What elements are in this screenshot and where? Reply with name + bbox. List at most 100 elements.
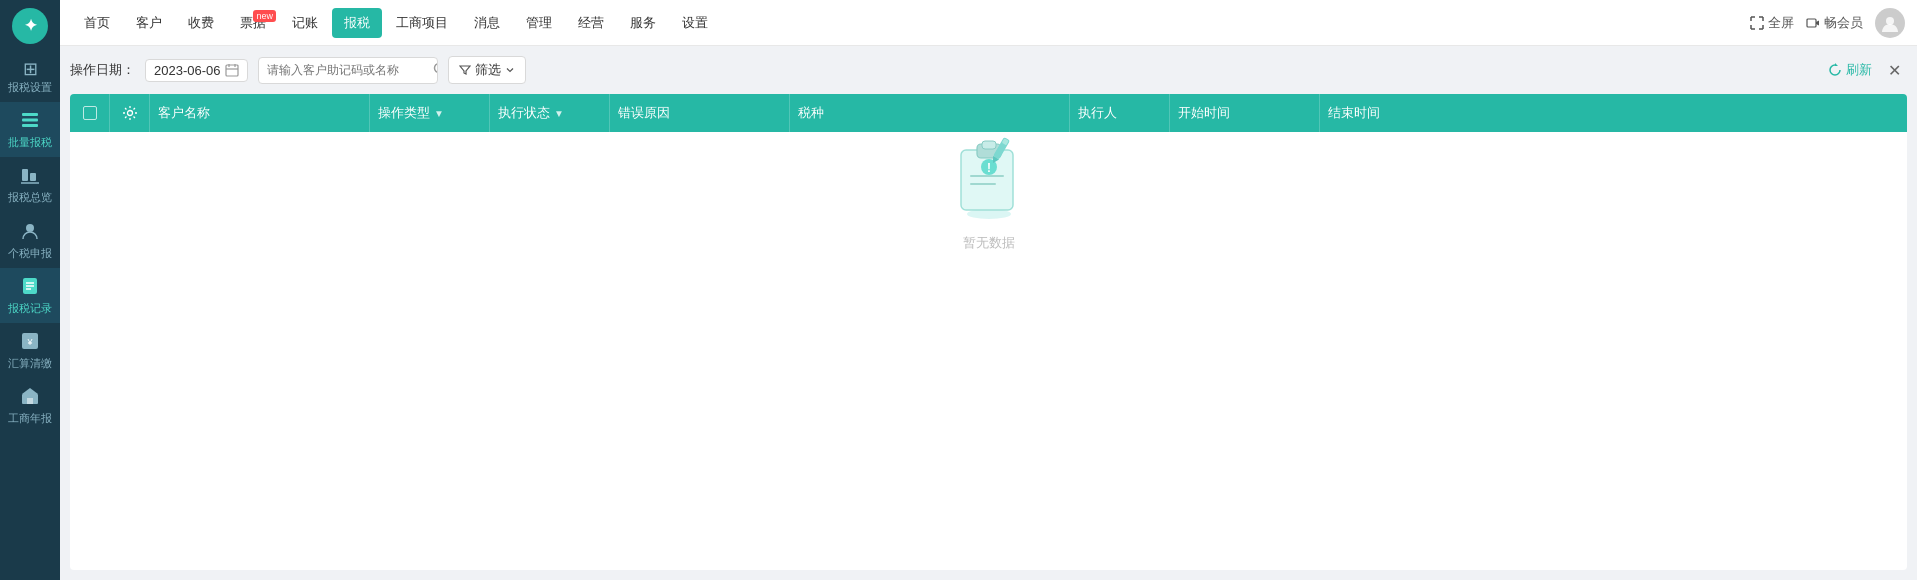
- sidebar-item-huisuanqingzhui[interactable]: ¥ 汇算清缴: [0, 323, 60, 378]
- table-container: 客户名称 操作类型 ▼ 执行状态 ▼ 错误原因 税种 执行人: [70, 94, 1907, 570]
- main-area: 首页 客户 收费 票据 new 记账 报税 工商项目 消息: [60, 0, 1917, 580]
- date-label: 操作日期：: [70, 61, 135, 79]
- svg-rect-6: [30, 173, 36, 181]
- filter-icon: [459, 64, 471, 76]
- refresh-label: 刷新: [1846, 61, 1872, 79]
- sidebar-label-gongshangnianban: 工商年报: [8, 412, 52, 425]
- app-logo[interactable]: ✦: [12, 8, 48, 44]
- refresh-button[interactable]: 刷新: [1828, 61, 1872, 79]
- nav-item-fuwu[interactable]: 服务: [618, 8, 668, 38]
- svg-point-8: [26, 224, 34, 232]
- sidebar-label-baoshuijilu: 报税记录: [8, 302, 52, 315]
- th-filter-operation-icon[interactable]: ▼: [434, 108, 444, 119]
- nav-right: 全屏 畅会员: [1750, 8, 1905, 38]
- member-button[interactable]: 畅会员: [1806, 14, 1863, 32]
- huisuanqingzhui-icon: ¥: [20, 331, 40, 354]
- svg-rect-3: [22, 119, 38, 122]
- geshuishenbao-icon: [20, 221, 40, 244]
- select-all-checkbox[interactable]: [83, 106, 97, 120]
- svg-rect-17: [27, 398, 33, 404]
- baoshuizongjian-icon: [20, 165, 40, 188]
- fullscreen-button[interactable]: 全屏: [1750, 14, 1794, 32]
- th-settings[interactable]: [110, 94, 150, 132]
- sidebar-label-baoshuizongjian: 报税总览: [8, 191, 52, 204]
- th-error-reason: 错误原因: [610, 94, 790, 132]
- svg-marker-28: [1835, 63, 1838, 66]
- svg-rect-31: [961, 150, 1013, 210]
- nav-item-shoufei[interactable]: 收费: [176, 8, 226, 38]
- date-value: 2023-06-06: [154, 63, 221, 78]
- sidebar-item-baoshuishezhi[interactable]: ⊞ 报税设置: [0, 52, 60, 102]
- svg-rect-18: [1807, 19, 1816, 27]
- search-box: [258, 57, 438, 84]
- sidebar-label-piliangshuishui: 批量报税: [8, 136, 52, 149]
- sidebar-item-baoshuijilu[interactable]: 报税记录: [0, 268, 60, 323]
- nav-item-piaoju[interactable]: 票据 new: [228, 8, 278, 38]
- baoshuijilu-icon: [20, 276, 40, 299]
- svg-text:✦: ✦: [24, 17, 38, 34]
- user-avatar[interactable]: [1875, 8, 1905, 38]
- nav-item-gongshangxiangmu[interactable]: 工商项目: [384, 8, 460, 38]
- date-picker[interactable]: 2023-06-06: [145, 59, 248, 82]
- th-end-time: 结束时间: [1320, 94, 1440, 132]
- svg-text:!: !: [987, 161, 991, 175]
- th-filter-status-icon[interactable]: ▼: [554, 108, 564, 119]
- sidebar-item-piliangshuishui[interactable]: 批量报税: [0, 102, 60, 157]
- table-header: 客户名称 操作类型 ▼ 执行状态 ▼ 错误原因 税种 执行人: [70, 94, 1907, 132]
- filter-label: 筛选: [475, 61, 501, 79]
- top-nav: 首页 客户 收费 票据 new 记账 报税 工商项目 消息: [60, 0, 1917, 46]
- calendar-icon: [225, 63, 239, 77]
- svg-text:¥: ¥: [26, 337, 33, 347]
- nav-item-xiaoxi[interactable]: 消息: [462, 8, 512, 38]
- th-tax-type: 税种: [790, 94, 1070, 132]
- filter-button[interactable]: 筛选: [448, 56, 526, 84]
- sidebar: ✦ ⊞ 报税设置 批量报税 报税总览: [0, 0, 60, 580]
- close-button[interactable]: ✕: [1882, 59, 1907, 82]
- baoshuishezhi-icon: ⊞: [23, 60, 38, 78]
- nav-item-kehu[interactable]: 客户: [124, 8, 174, 38]
- nav-item-jingying[interactable]: 经营: [566, 8, 616, 38]
- svg-point-26: [434, 63, 438, 72]
- th-exec-status[interactable]: 执行状态 ▼: [490, 94, 610, 132]
- gongshangnianban-icon: [20, 386, 40, 409]
- empty-state: ! 暂无数据: [70, 132, 1907, 252]
- toolbar: 操作日期： 2023-06-06: [70, 56, 1907, 84]
- sidebar-item-gongshangnianban[interactable]: 工商年报: [0, 378, 60, 433]
- nav-item-shezhi[interactable]: 设置: [670, 8, 720, 38]
- sidebar-item-baoshuizongjian[interactable]: 报税总览: [0, 157, 60, 212]
- svg-marker-16: [22, 388, 38, 394]
- chevron-down-icon: [505, 65, 515, 75]
- content-area: 操作日期： 2023-06-06: [60, 46, 1917, 580]
- th-name: 客户名称: [150, 94, 370, 132]
- th-executor: 执行人: [1070, 94, 1170, 132]
- svg-rect-2: [22, 113, 38, 116]
- sidebar-label-huisuanqingzhui: 汇算清缴: [8, 357, 52, 370]
- search-icon: [433, 62, 438, 76]
- video-icon: [1806, 16, 1820, 30]
- nav-item-guanli[interactable]: 管理: [514, 8, 564, 38]
- fullscreen-icon: [1750, 16, 1764, 30]
- settings-icon: [122, 105, 138, 121]
- svg-rect-22: [226, 65, 238, 76]
- search-input[interactable]: [259, 59, 425, 81]
- th-operation-type[interactable]: 操作类型 ▼: [370, 94, 490, 132]
- svg-rect-5: [22, 169, 28, 181]
- th-checkbox[interactable]: [70, 94, 110, 132]
- piliangshuishui-icon: [20, 110, 40, 133]
- nav-item-shouye[interactable]: 首页: [72, 8, 122, 38]
- empty-illustration: !: [949, 132, 1029, 222]
- piaoju-badge: new: [253, 10, 276, 22]
- search-button[interactable]: [425, 58, 438, 83]
- nav-item-baoshui[interactable]: 报税: [332, 8, 382, 38]
- sidebar-label-geshuishenbao: 个税申报: [8, 247, 52, 260]
- table-body: ! 暂无数据: [70, 132, 1907, 570]
- empty-text: 暂无数据: [963, 234, 1015, 252]
- svg-rect-33: [982, 141, 996, 149]
- sidebar-item-geshuishenbao[interactable]: 个税申报: [0, 213, 60, 268]
- nav-item-jizhang[interactable]: 记账: [280, 8, 330, 38]
- refresh-icon: [1828, 63, 1842, 77]
- sidebar-label-baoshuishezhi: 报税设置: [8, 81, 52, 94]
- nav-items: 首页 客户 收费 票据 new 记账 报税 工商项目 消息: [72, 8, 1750, 38]
- svg-point-21: [1886, 17, 1894, 25]
- svg-point-29: [127, 111, 132, 116]
